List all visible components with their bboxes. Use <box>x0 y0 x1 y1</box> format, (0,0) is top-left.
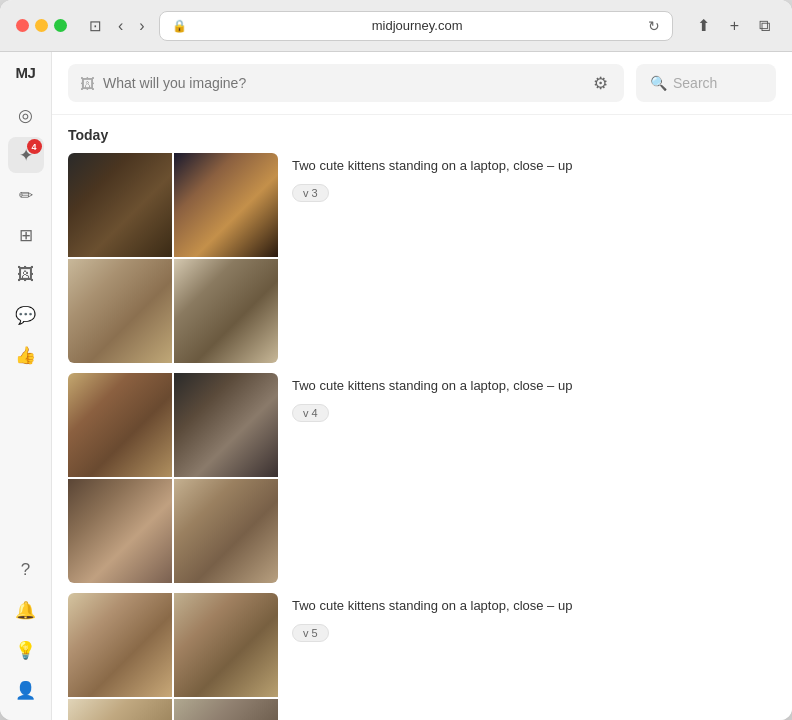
image-group-2[interactable] <box>68 373 278 583</box>
sidebar: MJ ◎ ✦ 4 ✏ ⊞ 🖼 💬 👍 <box>0 52 52 720</box>
image-r1-1[interactable] <box>68 153 172 257</box>
sidebar-logo: MJ <box>16 64 36 81</box>
fullscreen-button[interactable] <box>54 19 67 32</box>
image-r2-4[interactable] <box>174 479 278 583</box>
content-header: 🖼 ⚙ 🔍 Search <box>52 52 792 115</box>
sidebar-bottom: ? 🔔 💡 👤 <box>8 552 44 708</box>
search-right-bar[interactable]: 🔍 Search <box>636 64 776 102</box>
search-bar[interactable]: 🖼 ⚙ <box>68 64 624 102</box>
sidebar-item-chat[interactable]: 💬 <box>8 297 44 333</box>
version-badge-2: v 4 <box>292 404 329 422</box>
content-area: 🖼 ⚙ 🔍 Search Today <box>52 52 792 720</box>
browser-window: ⊡ ‹ › 🔒 midjourney.com ↻ ⬆ + ⧉ MJ ◎ ✦ 4 <box>0 0 792 720</box>
sidebar-item-tips[interactable]: 💡 <box>8 632 44 668</box>
new-tab-button[interactable]: + <box>724 15 745 37</box>
sidebar-item-edit[interactable]: ✏ <box>8 177 44 213</box>
lock-icon: 🔒 <box>172 19 187 33</box>
search-label: Search <box>673 75 717 91</box>
version-badge-3: v 5 <box>292 624 329 642</box>
gallery-icon: ⊞ <box>19 225 33 246</box>
help-icon: ? <box>21 560 30 580</box>
like-icon: 👍 <box>15 345 36 366</box>
sidebar-item-notifications[interactable]: 🔔 <box>8 592 44 628</box>
image-r1-2[interactable] <box>174 153 278 257</box>
main-area: MJ ◎ ✦ 4 ✏ ⊞ 🖼 💬 👍 <box>0 52 792 720</box>
title-bar: ⊡ ‹ › 🔒 midjourney.com ↻ ⬆ + ⧉ <box>0 0 792 52</box>
forward-button[interactable]: › <box>135 15 148 37</box>
row-meta-3: Two cute kittens standing on a laptop, c… <box>284 593 776 642</box>
sidebar-item-images[interactable]: 🖼 <box>8 257 44 293</box>
gallery-row-2: Two cute kittens standing on a laptop, c… <box>68 373 776 583</box>
gallery-section: Today Two cute kittens standing on a lap… <box>52 115 792 720</box>
sidebar-item-gallery[interactable]: ⊞ <box>8 217 44 253</box>
jobs-badge: 4 <box>27 139 42 154</box>
sidebar-item-help[interactable]: ? <box>8 552 44 588</box>
image-r3-4[interactable] <box>174 699 278 720</box>
gallery-row-1: Two cute kittens standing on a laptop, c… <box>68 153 776 363</box>
address-bar[interactable]: 🔒 midjourney.com ↻ <box>159 11 673 41</box>
image-r1-4[interactable] <box>174 259 278 363</box>
chat-icon: 💬 <box>15 305 36 326</box>
image-r3-2[interactable] <box>174 593 278 697</box>
search-icon: 🔍 <box>650 75 667 91</box>
sidebar-toggle-button[interactable]: ⊡ <box>85 15 106 37</box>
sidebar-item-explore[interactable]: ◎ <box>8 97 44 133</box>
version-badge-1: v 3 <box>292 184 329 202</box>
image-r2-3[interactable] <box>68 479 172 583</box>
refresh-button[interactable]: ↻ <box>648 18 660 34</box>
filter-button[interactable]: ⚙ <box>589 69 612 98</box>
sidebar-item-like[interactable]: 👍 <box>8 337 44 373</box>
gallery-row-3: Two cute kittens standing on a laptop, c… <box>68 593 776 720</box>
image-group-1[interactable] <box>68 153 278 363</box>
compass-icon: ◎ <box>18 105 33 126</box>
profile-icon: 👤 <box>15 680 36 701</box>
nav-controls: ⊡ ‹ › <box>85 15 149 37</box>
image-r2-1[interactable] <box>68 373 172 477</box>
row-description-1: Two cute kittens standing on a laptop, c… <box>292 157 776 175</box>
row-meta-1: Two cute kittens standing on a laptop, c… <box>284 153 776 202</box>
back-button[interactable]: ‹ <box>114 15 127 37</box>
close-button[interactable] <box>16 19 29 32</box>
image-icon: 🖼 <box>17 265 34 285</box>
row-description-2: Two cute kittens standing on a laptop, c… <box>292 377 776 395</box>
image-r2-2[interactable] <box>174 373 278 477</box>
prompt-input[interactable] <box>103 75 581 91</box>
bell-icon: 🔔 <box>15 600 36 621</box>
sidebar-item-jobs[interactable]: ✦ 4 <box>8 137 44 173</box>
sidebar-item-profile[interactable]: 👤 <box>8 672 44 708</box>
image-r1-3[interactable] <box>68 259 172 363</box>
bulb-icon: 💡 <box>15 640 36 661</box>
image-r3-1[interactable] <box>68 593 172 697</box>
row-meta-2: Two cute kittens standing on a laptop, c… <box>284 373 776 422</box>
image-r3-3[interactable] <box>68 699 172 720</box>
share-button[interactable]: ⬆ <box>691 14 716 37</box>
image-group-3[interactable] <box>68 593 278 720</box>
title-actions: ⬆ + ⧉ <box>691 14 776 37</box>
url-text: midjourney.com <box>193 18 642 33</box>
image-search-icon: 🖼 <box>80 75 95 92</box>
row-description-3: Two cute kittens standing on a laptop, c… <box>292 597 776 615</box>
edit-icon: ✏ <box>19 185 33 206</box>
traffic-lights <box>16 19 67 32</box>
section-date-today: Today <box>68 127 776 143</box>
tabs-button[interactable]: ⧉ <box>753 15 776 37</box>
minimize-button[interactable] <box>35 19 48 32</box>
